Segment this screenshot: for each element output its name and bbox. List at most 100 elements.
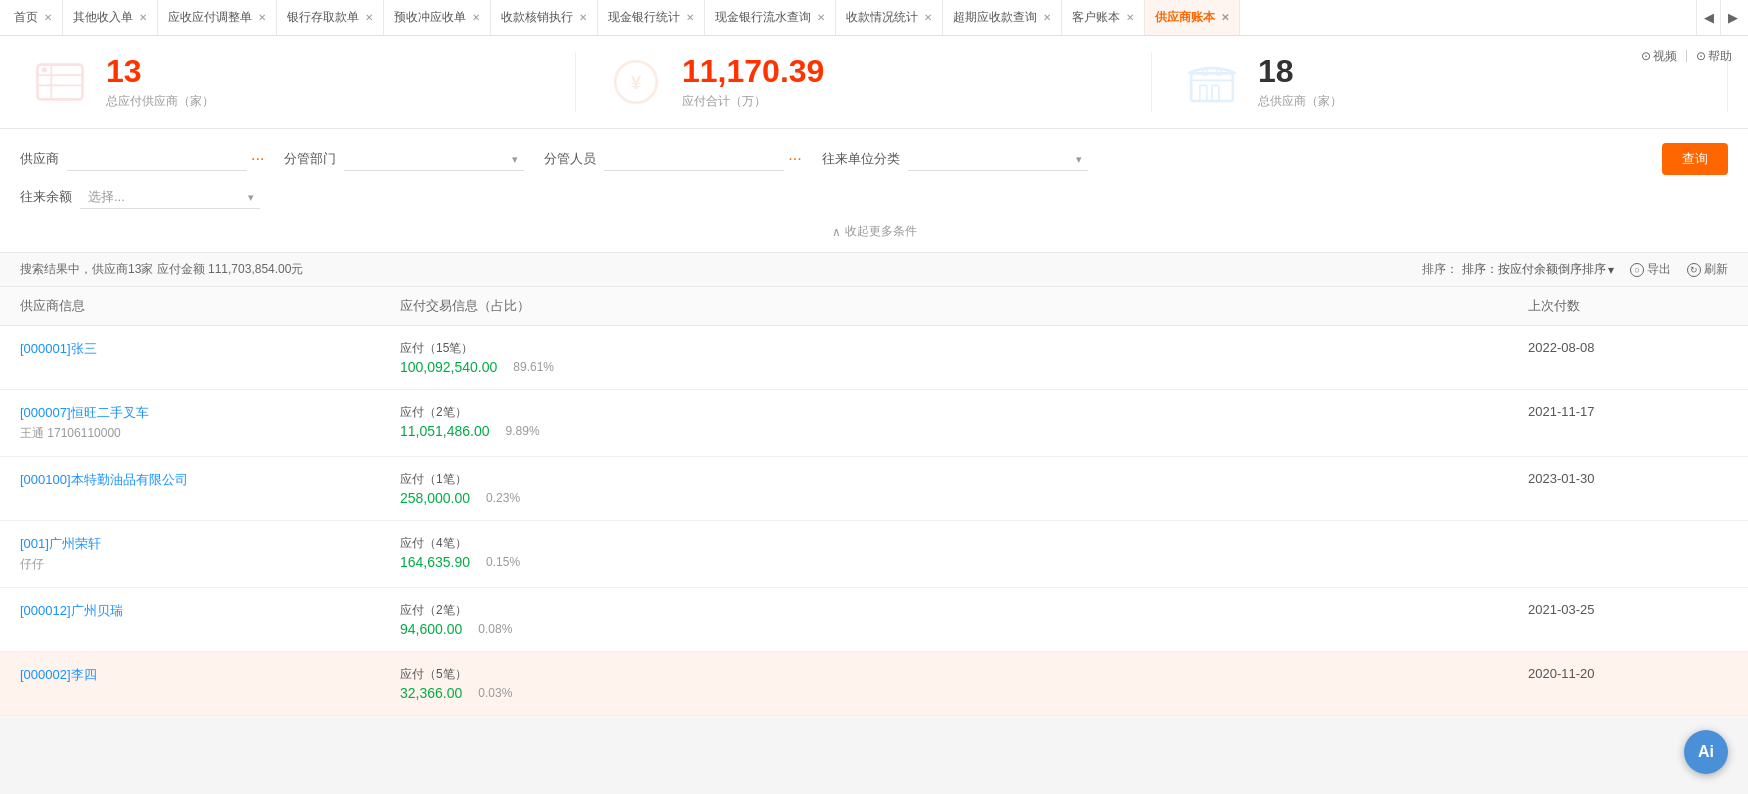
supplier-dots[interactable]: ··· [251,150,264,168]
close-tab-cash-bank-flow[interactable]: ✕ [817,12,825,23]
transaction-type-3: 应付（1笔） [400,471,1528,488]
filter-section: 供应商 ··· 分管部门 分管人员 ··· 往来单位分类 [0,129,1748,253]
lastpay-2: 2021-11-17 [1528,404,1728,419]
person-input[interactable] [604,147,784,171]
close-tab-other-income[interactable]: ✕ [139,12,147,23]
collapse-label: 收起更多条件 [845,223,917,240]
close-tab-prepay[interactable]: ✕ [472,12,480,23]
tab-prepay[interactable]: 预收冲应收单 ✕ [384,0,491,36]
payable-supplier-icon [30,52,90,112]
table-row[interactable]: [000002]李四 应付（5笔） 32,366.00 0.03% 2020-1… [0,652,1748,716]
transaction-percent-4: 0.15% [486,555,520,569]
transaction-percent-1: 89.61% [513,360,554,374]
dept-select[interactable] [344,147,524,171]
close-tab-supplier-account[interactable]: ✕ [1221,12,1229,23]
col-header-transaction: 应付交易信息（占比） [400,297,1528,315]
close-tab-ap-adj[interactable]: ✕ [258,12,266,23]
tab-supplier-account[interactable]: 供应商账本 ✕ [1145,0,1240,36]
svg-point-1 [42,67,47,72]
payable-amount-value: 11,170.39 [682,54,824,89]
table-row[interactable]: [001]广州荣轩 仔仔 应付（4笔） 164,635.90 0.15% [0,521,1748,588]
supplier-info-4: [001]广州荣轩 仔仔 [20,535,400,573]
filter-person: 分管人员 ··· [544,147,801,171]
tab-other-income[interactable]: 其他收入单 ✕ [63,0,158,36]
transaction-type-2: 应付（2笔） [400,404,1528,421]
tab-home[interactable]: 首页 ✕ [4,0,63,36]
lastpay-date-3: 2023-01-30 [1528,471,1595,486]
filter-category: 往来单位分类 [822,147,1088,171]
supplier-link-4[interactable]: [001]广州荣轩 [20,536,101,551]
transaction-type-6: 应付（5笔） [400,666,1528,683]
balance-label: 往来余额 [20,188,72,206]
table-row[interactable]: [000100]本特勤油品有限公司 应付（1笔） 258,000.00 0.23… [0,457,1748,521]
supplier-input[interactable] [67,147,247,171]
lastpay-date-5: 2021-03-25 [1528,602,1595,617]
payable-amount-label: 应付合计（万） [682,93,824,110]
transaction-info-3: 应付（1笔） 258,000.00 0.23% [400,471,1528,506]
export-button[interactable]: ○ 导出 [1630,261,1671,278]
close-tab-overdue[interactable]: ✕ [1043,12,1051,23]
transaction-row-6: 32,366.00 0.03% [400,685,1528,701]
collapse-arrow: ∧ [832,225,841,239]
nav-arrows: ◀ ▶ [1696,0,1744,36]
help-link[interactable]: ⊙帮助 [1696,48,1732,65]
payable-supplier-count: 13 [106,54,214,89]
table-row[interactable]: [000007]恒旺二手叉车 王通 17106110000 应付（2笔） 11,… [0,390,1748,457]
transaction-amount-5: 94,600.00 [400,621,462,637]
supplier-contact-2: 王通 17106110000 [20,425,400,442]
tab-collection-stat[interactable]: 收款情况统计 ✕ [836,0,943,36]
lastpay-1: 2022-08-08 [1528,340,1728,355]
tab-ap-adj[interactable]: 应收应付调整单 ✕ [158,0,277,36]
filter-supplier: 供应商 ··· [20,147,264,171]
query-button[interactable]: 查询 [1662,143,1728,175]
supplier-link-3[interactable]: [000100]本特勤油品有限公司 [20,472,188,487]
sort-link[interactable]: 排序：按应付余额倒序排序 ▾ [1462,261,1614,278]
nav-arrow-left[interactable]: ◀ [1696,0,1720,36]
close-tab-collection[interactable]: ✕ [579,12,587,23]
balance-select[interactable]: 选择... [80,185,260,209]
filter-row-2: 往来余额 选择... [20,185,1728,209]
result-bar: 搜索结果中，供应商13家 应付金额 111,703,854.00元 排序： 排序… [0,253,1748,287]
transaction-row-4: 164,635.90 0.15% [400,554,1528,570]
close-tab-home[interactable]: ✕ [44,12,52,23]
transaction-amount-4: 164,635.90 [400,554,470,570]
refresh-button[interactable]: ↻ 刷新 [1687,261,1728,278]
total-supplier-label: 总供应商（家） [1258,93,1342,110]
supplier-link-1[interactable]: [000001]张三 [20,341,97,356]
svg-text:¥: ¥ [631,72,642,93]
close-tab-collection-stat[interactable]: ✕ [924,12,932,23]
collapse-bar[interactable]: ∧ 收起更多条件 [20,219,1728,244]
close-tab-bank-deposit[interactable]: ✕ [365,12,373,23]
tab-cash-bank-flow[interactable]: 现金银行流水查询 ✕ [705,0,836,36]
sort-arrow: ▾ [1608,263,1614,277]
supplier-link-6[interactable]: [000002]李四 [20,667,97,682]
video-link[interactable]: ⊙视频 [1641,48,1677,65]
transaction-info-2: 应付（2笔） 11,051,486.00 9.89% [400,404,1528,439]
tab-bank-deposit[interactable]: 银行存取款单 ✕ [277,0,384,36]
payable-supplier-label: 总应付供应商（家） [106,93,214,110]
total-supplier-content: 18 总供应商（家） [1258,54,1342,110]
tab-cash-bank-stat[interactable]: 现金银行统计 ✕ [598,0,705,36]
close-tab-cash-bank-stat[interactable]: ✕ [686,12,694,23]
supplier-link-5[interactable]: [000012]广州贝瑞 [20,603,123,618]
tab-collection[interactable]: 收款核销执行 ✕ [491,0,598,36]
dept-select-wrap [344,147,524,171]
person-label: 分管人员 [544,150,596,168]
transaction-row-5: 94,600.00 0.08% [400,621,1528,637]
close-tab-customer-account[interactable]: ✕ [1126,12,1134,23]
person-dots[interactable]: ··· [788,150,801,168]
tab-customer-account[interactable]: 客户账本 ✕ [1062,0,1145,36]
table-row[interactable]: [000012]广州贝瑞 应付（2笔） 94,600.00 0.08% 2021… [0,588,1748,652]
category-label: 往来单位分类 [822,150,900,168]
transaction-amount-1: 100,092,540.00 [400,359,497,375]
result-actions: 排序： 排序：按应付余额倒序排序 ▾ ○ 导出 ↻ 刷新 [1422,261,1728,278]
nav-arrow-right[interactable]: ▶ [1720,0,1744,36]
tab-overdue[interactable]: 超期应收款查询 ✕ [943,0,1062,36]
supplier-link-2[interactable]: [000007]恒旺二手叉车 [20,405,149,420]
supplier-info-5: [000012]广州贝瑞 [20,602,400,620]
category-select[interactable] [908,147,1088,171]
result-summary: 搜索结果中，供应商13家 应付金额 111,703,854.00元 [20,261,303,278]
lastpay-date-1: 2022-08-08 [1528,340,1595,355]
table-row[interactable]: [000001]张三 应付（15笔） 100,092,540.00 89.61%… [0,326,1748,390]
svg-rect-6 [1212,85,1219,101]
